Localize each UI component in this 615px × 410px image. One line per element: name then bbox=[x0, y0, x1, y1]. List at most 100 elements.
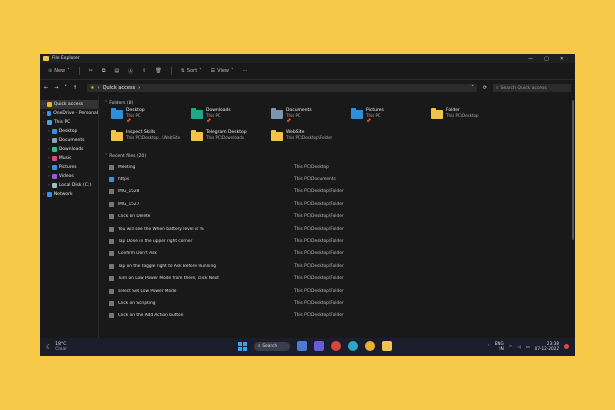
battery-icon[interactable]: ▭ bbox=[526, 344, 530, 349]
scrollbar[interactable] bbox=[572, 100, 574, 240]
list-item[interactable]: select Set Low Power Mode This PC\Desktop… bbox=[109, 285, 569, 297]
back-arrow-icon[interactable]: ← bbox=[44, 85, 48, 91]
desktop-icon bbox=[51, 129, 57, 134]
chrome-icon[interactable] bbox=[331, 341, 341, 351]
edge-icon[interactable] bbox=[348, 341, 358, 351]
search-icon: ⌕ bbox=[496, 86, 499, 91]
folder-tile[interactable]: Telegram Desktop This PC\Downloads bbox=[191, 130, 271, 148]
chevron-right-icon[interactable]: › bbox=[48, 138, 50, 143]
folder-tile[interactable]: Downloads This PC 📌 bbox=[191, 108, 271, 126]
list-item[interactable]: Click on the Add Action button This PC\De… bbox=[109, 310, 569, 322]
nav-item[interactable]: › Downloads bbox=[40, 145, 98, 154]
folder-location: This PC\Desktop bbox=[446, 113, 479, 118]
chevron-right-icon[interactable]: › bbox=[48, 156, 50, 161]
nav-item[interactable]: › Music bbox=[40, 154, 98, 163]
folder-tile[interactable]: Folder This PC\Desktop bbox=[431, 108, 511, 126]
recent-locations-icon[interactable]: ˅ bbox=[64, 85, 67, 91]
nav-item[interactable]: › Local Disk (C:) bbox=[40, 181, 98, 190]
folder-tile[interactable]: Desktop This PC 📌 bbox=[111, 108, 191, 126]
address-bar[interactable]: ★ › Quick access › ˅ bbox=[87, 84, 477, 92]
chevron-right-icon[interactable]: › bbox=[48, 165, 50, 170]
list-item[interactable]: Click on Delete This PC\Desktop\Folder bbox=[109, 211, 569, 223]
folder-icon bbox=[111, 130, 123, 141]
folder-icon bbox=[191, 130, 203, 141]
nav-item[interactable]: › Pictures bbox=[40, 163, 98, 172]
moon-icon: ☾ bbox=[46, 343, 53, 351]
folder-tile[interactable]: Documents This PC 📌 bbox=[271, 108, 351, 126]
chevron-down-icon: ˅ bbox=[231, 68, 234, 74]
search-input[interactable]: ⌕ Search Quick access bbox=[493, 84, 571, 92]
nav-item[interactable]: › Desktop bbox=[40, 127, 98, 136]
language-indicator[interactable]: ENG IN bbox=[495, 341, 504, 351]
sort-button[interactable]: ⇅ Sort ˅ bbox=[181, 68, 202, 74]
up-arrow-icon[interactable]: ↑ bbox=[73, 85, 77, 91]
chat-icon[interactable] bbox=[314, 341, 324, 351]
file-icon bbox=[109, 164, 114, 170]
chevron-right-icon[interactable]: › bbox=[48, 147, 50, 152]
folder-tile[interactable]: WebSite This PC\Desktop\Folder bbox=[271, 130, 351, 148]
list-item[interactable]: Confirm Don't Ask This PC\Desktop\Folder bbox=[109, 248, 569, 260]
chevron-down-icon[interactable]: ˅ bbox=[471, 85, 474, 91]
chevron-right-icon[interactable]: › bbox=[48, 183, 50, 188]
chrome-canary-icon[interactable] bbox=[365, 341, 375, 351]
nav-item[interactable]: › This PC bbox=[40, 118, 98, 127]
chevron-up-icon[interactable]: ˄ bbox=[488, 344, 490, 349]
folder-tile[interactable]: Pictures This PC 📌 bbox=[351, 108, 431, 126]
list-item[interactable]: IMG_1528 This PC\Desktop\Folder bbox=[109, 186, 569, 198]
breadcrumb[interactable]: Quick access bbox=[103, 85, 136, 91]
folder-tile[interactable]: Inspect Skills This PC\Desktop...\WebSite bbox=[111, 130, 191, 148]
nav-item[interactable]: › Videos bbox=[40, 172, 98, 181]
list-item[interactable]: Meeting This PC\Desktop bbox=[109, 161, 569, 173]
maximize-button[interactable]: ▢ bbox=[544, 56, 549, 62]
list-item[interactable]: You will see the When battery level is %… bbox=[109, 223, 569, 235]
notification-badge[interactable] bbox=[564, 343, 569, 349]
cloud-icon bbox=[46, 111, 52, 116]
minimize-button[interactable]: — bbox=[528, 56, 533, 62]
forward-arrow-icon[interactable]: → bbox=[54, 85, 58, 91]
folders-header[interactable]: ˅ Folders (8) bbox=[105, 98, 569, 108]
rename-icon[interactable]: Ⓐ bbox=[128, 68, 133, 75]
clock[interactable]: 23:38 07-12-2022 bbox=[535, 341, 559, 351]
nav-item[interactable]: › OneDrive - Personal bbox=[40, 109, 98, 118]
list-item[interactable]: Click on Scripting This PC\Desktop\Folder bbox=[109, 297, 569, 309]
nav-item-label: Videos bbox=[58, 174, 74, 179]
list-item[interactable]: https This PC\Documents bbox=[109, 173, 569, 185]
refresh-icon[interactable]: ⟳ bbox=[483, 85, 487, 91]
nav-item[interactable]: › Network bbox=[40, 190, 98, 199]
delete-icon[interactable]: 🗑 bbox=[155, 68, 161, 74]
divider bbox=[78, 67, 80, 75]
new-button[interactable]: ⊕ New ˅ bbox=[48, 68, 70, 74]
more-options-button[interactable]: ··· bbox=[243, 68, 248, 74]
chevron-right-icon[interactable]: › bbox=[43, 111, 45, 116]
list-item[interactable]: Tap Done in the upper right corner This P… bbox=[109, 235, 569, 247]
file-name: Tap on the toggle right to Ask Before Ru… bbox=[118, 263, 216, 269]
list-item[interactable]: Tap on the toggle right to Ask Before Ru… bbox=[109, 260, 569, 272]
folder-location: This PC\Desktop...\WebSite bbox=[126, 135, 181, 140]
explorer-icon[interactable] bbox=[382, 341, 392, 351]
chevron-right-icon[interactable]: › bbox=[43, 102, 45, 107]
share-icon[interactable]: ⇪ bbox=[142, 68, 146, 74]
chevron-right-icon[interactable]: › bbox=[48, 129, 50, 134]
close-button[interactable]: ✕ bbox=[560, 56, 564, 62]
nav-item[interactable]: › Documents bbox=[40, 136, 98, 145]
paste-icon[interactable]: ▤ bbox=[114, 68, 119, 74]
list-item[interactable]: Turn on Low Power Mode from there, click… bbox=[109, 273, 569, 285]
chevron-right-icon[interactable]: › bbox=[43, 192, 45, 197]
chevron-right-icon[interactable]: › bbox=[48, 174, 50, 179]
recent-files-header[interactable]: ˅ Recent files (20) bbox=[105, 151, 569, 161]
list-item[interactable]: IMG_1527 This PC\Desktop\Folder bbox=[109, 198, 569, 210]
file-location: This PC\Desktop\Folder bbox=[294, 300, 344, 306]
copy-icon[interactable]: ⧉ bbox=[102, 68, 106, 74]
weather-widget[interactable]: ☾ 18°C Clear bbox=[46, 342, 67, 352]
file-icon bbox=[109, 201, 114, 207]
wifi-icon[interactable]: ◠ bbox=[509, 344, 513, 349]
widgets-icon[interactable] bbox=[297, 341, 307, 351]
nav-item[interactable]: › Quick access bbox=[40, 100, 98, 109]
chevron-right-icon[interactable]: › bbox=[43, 120, 45, 125]
view-button[interactable]: ☰ View ˅ bbox=[211, 68, 234, 74]
cut-icon[interactable]: ✂ bbox=[89, 68, 93, 74]
taskbar-search[interactable]: ⌕ Search bbox=[254, 341, 290, 351]
start-icon[interactable] bbox=[238, 341, 247, 351]
network-icon bbox=[46, 192, 52, 197]
volume-icon[interactable]: ◁ bbox=[517, 344, 520, 349]
